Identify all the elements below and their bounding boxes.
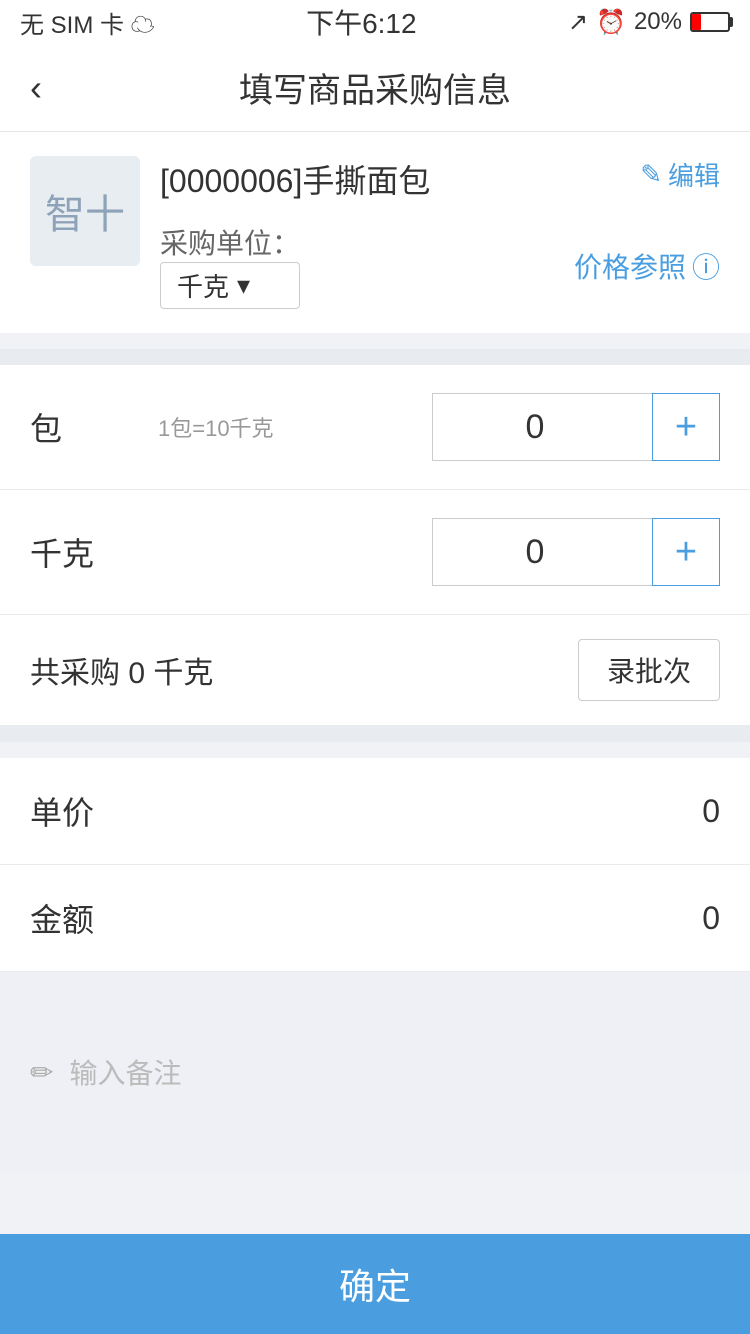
back-button[interactable]: ‹: [30, 67, 42, 109]
info-icon: ⓘ: [692, 246, 720, 286]
unit-price-value: 0: [702, 793, 720, 830]
bag-quantity-input[interactable]: [432, 393, 652, 461]
battery-percent: 20%: [634, 8, 682, 36]
bag-sub-label: 1包=10千克: [158, 411, 274, 443]
total-row: 共采购 0 千克 录批次: [0, 615, 750, 726]
product-name: [0000006]手撕面包: [160, 156, 430, 202]
remark-section[interactable]: ✏ 输入备注: [0, 972, 750, 1172]
product-thumbnail: 智十: [30, 156, 140, 266]
price-section: 单价 0 金额 0: [0, 758, 750, 972]
kg-label: 千克: [30, 529, 150, 575]
product-info: [0000006]手撕面包 ✎ 编辑 采购单位： 千克 ▾ 价格参照 ⓘ: [160, 156, 720, 309]
alarm-icon: ⏰: [596, 8, 626, 37]
status-left: 无 SIM 卡 ☁: [20, 5, 155, 40]
separator-1: [0, 349, 750, 365]
unit-label: 采购单位： 千克 ▾: [160, 222, 300, 309]
amount-label: 金额: [30, 895, 94, 941]
bag-input-group: +: [432, 393, 720, 461]
separator-2: [0, 726, 750, 742]
total-label: 共采购 0 千克: [30, 648, 213, 692]
edit-button[interactable]: ✎ 编辑: [640, 156, 720, 193]
status-bar: 无 SIM 卡 ☁ 下午6:12 ↗ ⏰ 20%: [0, 0, 750, 44]
pencil-icon: ✏: [30, 1056, 53, 1089]
kg-input-group: +: [432, 518, 720, 586]
bag-plus-button[interactable]: +: [652, 393, 720, 461]
page-title: 填写商品采购信息: [239, 63, 511, 112]
bag-label: 包: [30, 404, 150, 450]
amount-row: 金额 0: [0, 865, 750, 972]
product-logo: 智十: [45, 182, 125, 240]
remark-placeholder: 输入备注: [69, 1052, 181, 1092]
confirm-button[interactable]: 确定: [0, 1234, 750, 1334]
unit-price-row: 单价 0: [0, 758, 750, 865]
signal-icon: ↗: [568, 8, 588, 37]
kg-row: 千克 +: [0, 490, 750, 615]
price-reference-button[interactable]: 价格参照 ⓘ: [574, 246, 720, 286]
product-card: 智十 [0000006]手撕面包 ✎ 编辑 采购单位： 千克 ▾ 价格参照: [0, 132, 750, 333]
kg-quantity-input[interactable]: [432, 518, 652, 586]
dropdown-arrow-icon: ▾: [237, 270, 250, 301]
product-top-row: [0000006]手撕面包 ✎ 编辑: [160, 156, 720, 202]
kg-plus-button[interactable]: +: [652, 518, 720, 586]
battery-icon: [690, 12, 730, 32]
nav-bar: ‹ 填写商品采购信息: [0, 44, 750, 132]
unit-selector[interactable]: 千克 ▾: [160, 262, 300, 309]
unit-price-label: 单价: [30, 788, 94, 834]
input-section: 包 1包=10千克 + 千克 + 共采购 0 千克 录批次: [0, 365, 750, 726]
amount-value: 0: [702, 900, 720, 937]
product-unit-row: 采购单位： 千克 ▾ 价格参照 ⓘ: [160, 222, 720, 309]
batch-button[interactable]: 录批次: [578, 639, 720, 701]
no-sim-label: 无 SIM 卡 ☁: [20, 5, 155, 40]
status-time: 下午6:12: [306, 2, 417, 42]
status-right: ↗ ⏰ 20%: [568, 8, 730, 37]
bag-row: 包 1包=10千克 +: [0, 365, 750, 490]
